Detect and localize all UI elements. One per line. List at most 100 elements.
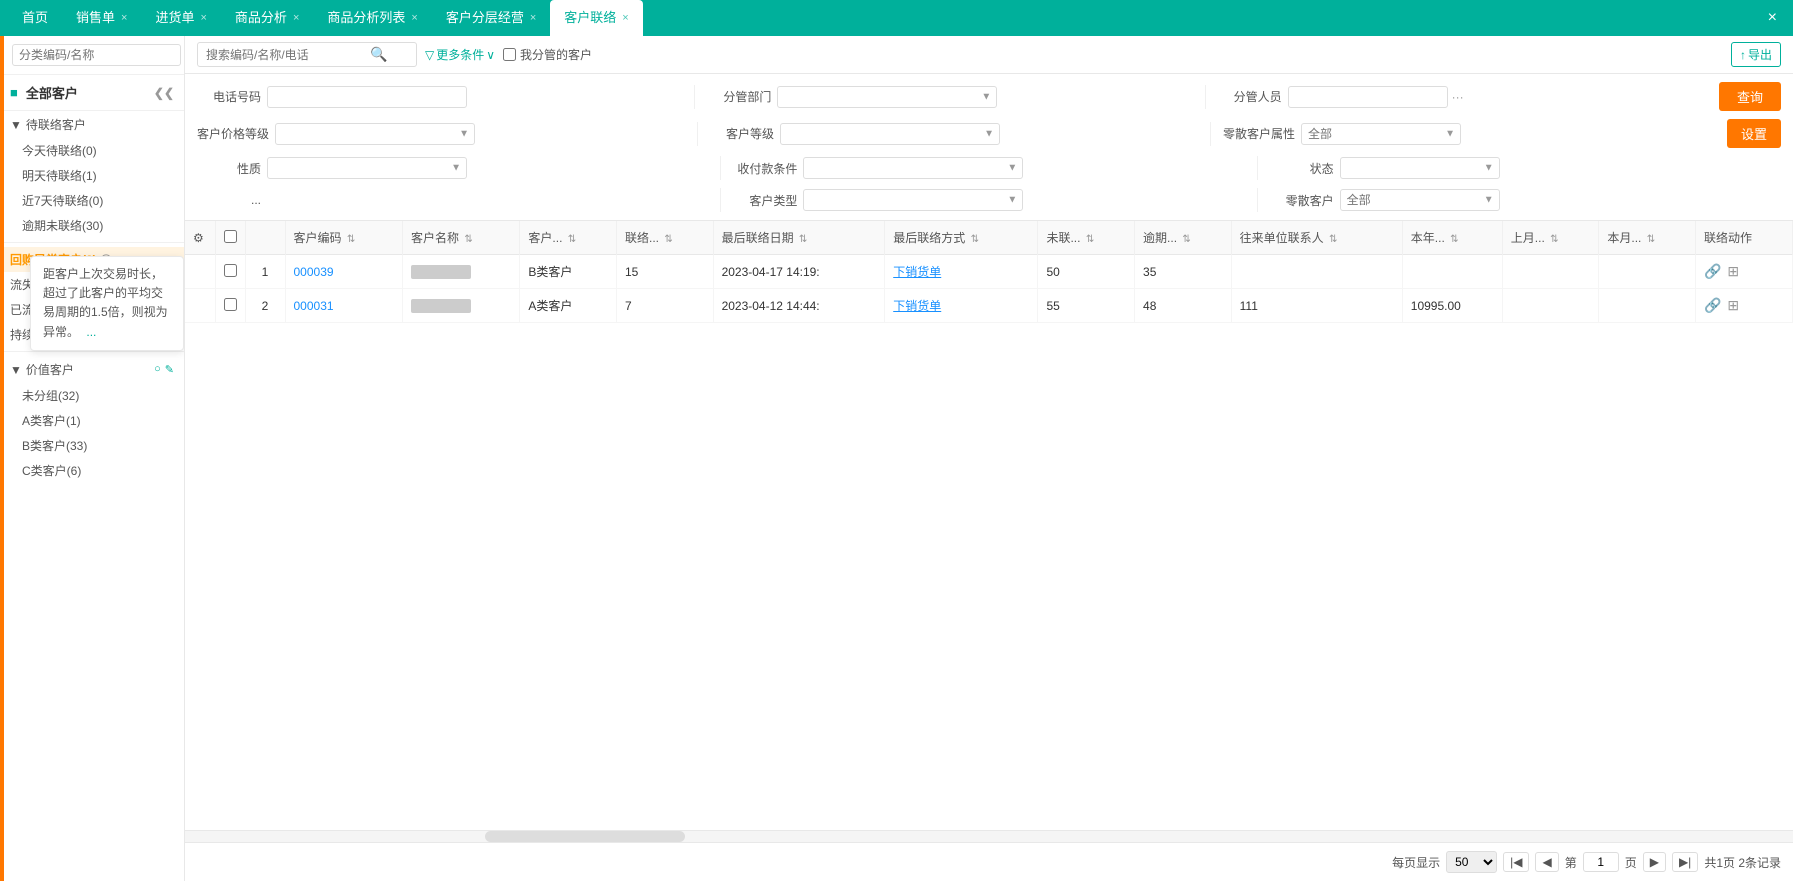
col-header-settings[interactable]: ⚙ [185,221,215,255]
nav-product-analysis-close[interactable]: × [293,0,299,36]
sidebar-group-pending[interactable]: ▼ 待联络客户 [0,111,184,138]
value-group-circle-btn[interactable]: ○ [154,363,161,376]
manager-input[interactable] [1288,86,1448,108]
col-header-code[interactable]: 客户编码 ⇅ [285,221,402,255]
row2-code[interactable]: 000031 [285,289,402,323]
nav-customer-segment-close[interactable]: × [530,0,536,36]
payment-input[interactable] [803,157,1023,179]
sidebar-item-tomorrow[interactable]: 明天待联络(1) [0,163,184,188]
phone-input[interactable] [267,86,467,108]
sidebar-search-input[interactable] [12,44,181,66]
my-customers-checkbox[interactable] [503,48,516,61]
sidebar-collapse-btn[interactable]: ❮❮ [154,86,174,100]
tooltip-more-link[interactable]: ... [86,325,96,339]
sort-contact-icon[interactable]: ⇅ [664,234,672,245]
sidebar-item-a-class[interactable]: A类客户(1) [0,408,184,433]
value-group-edit-btn[interactable]: ✎ [165,363,174,376]
col-header-type[interactable]: 客户... ⇅ [520,221,617,255]
pagination-prev-btn[interactable]: ◀ [1535,852,1558,872]
sort-this-month-icon[interactable]: ⇅ [1647,234,1655,245]
col-header-this-month[interactable]: 本月... ⇅ [1599,221,1696,255]
manager-more-icon[interactable]: ··· [1448,90,1468,104]
filter-search-icon[interactable]: 🔍 [370,46,387,63]
export-icon: ↑ [1740,48,1746,62]
sidebar-item-c-class[interactable]: C类客户(6) [0,458,184,483]
col-header-uncontacted[interactable]: 未联... ⇅ [1038,221,1135,255]
row2-name[interactable] [402,289,519,323]
status-input[interactable] [1340,157,1500,179]
filter-search-input[interactable] [206,48,366,62]
sort-date-icon[interactable]: ⇅ [799,234,807,245]
nav-customer-segment[interactable]: 客户分层经营 × [432,0,550,36]
row1-check[interactable] [215,255,245,289]
more-conditions-btn[interactable]: ▽ 更多条件 ∨ [425,46,495,63]
setting-button[interactable]: 设置 [1727,119,1781,148]
row2-action-link-icon[interactable]: 🔗 [1704,297,1721,314]
sort-method-icon[interactable]: ⇅ [971,234,979,245]
sort-last-month-icon[interactable]: ⇅ [1550,234,1558,245]
gender-input[interactable] [267,157,467,179]
retail-attr-input[interactable] [1301,123,1461,145]
customer-type-input[interactable] [803,189,1023,211]
row1-checkbox[interactable] [224,264,237,277]
sort-contact-person-icon[interactable]: ⇅ [1329,234,1337,245]
dept-input[interactable] [777,86,997,108]
nav-sales-close[interactable]: × [121,0,127,36]
pagination-page-input[interactable] [1583,852,1619,872]
sidebar-item-b-class[interactable]: B类客户(33) [0,433,184,458]
pagination-last-btn[interactable]: ▶| [1672,852,1698,872]
per-page-select[interactable]: 50 100 [1446,851,1497,873]
window-close-button[interactable]: × [1760,9,1785,27]
col-header-name[interactable]: 客户名称 ⇅ [402,221,519,255]
nav-home[interactable]: 首页 [8,0,62,36]
nav-sales[interactable]: 销售单 × [62,0,141,36]
row1-action-grid-icon[interactable]: ⊞ [1727,263,1739,280]
col-header-this-year[interactable]: 本年... ⇅ [1402,221,1502,255]
price-level-input[interactable] [275,123,475,145]
retail-customer-input[interactable] [1340,189,1500,211]
sidebar-item-overdue[interactable]: 逾期未联络(30) [0,213,184,238]
sort-type-icon[interactable]: ⇅ [568,234,576,245]
sidebar-item-ungrouped[interactable]: 未分组(32) [0,383,184,408]
sort-code-icon[interactable]: ⇅ [347,234,355,245]
sidebar-item-7days[interactable]: 近7天待联络(0) [0,188,184,213]
nav-customer-contact-close[interactable]: × [622,0,628,36]
sidebar-item-today[interactable]: 今天待联络(0) [0,138,184,163]
row2-last-contact-date: 2023-04-12 14:44: [713,289,885,323]
sidebar-group-value-customers[interactable]: ▼ 价值客户 ○ ✎ [0,356,184,383]
row1-action-link-icon[interactable]: 🔗 [1704,263,1721,280]
nav-purchase-close[interactable]: × [200,0,206,36]
col-header-last-month[interactable]: 上月... ⇅ [1502,221,1599,255]
col-header-check[interactable] [215,221,245,255]
row2-action-grid-icon[interactable]: ⊞ [1727,297,1739,314]
sort-overdue-icon[interactable]: ⇅ [1182,234,1190,245]
adv-filter-row3: 性质 ▼ 收付款条件 ▼ 状态 [197,152,1781,184]
sort-year-icon[interactable]: ⇅ [1450,234,1458,245]
col-header-contact-person[interactable]: 往来单位联系人 ⇅ [1231,221,1402,255]
customer-level-input[interactable] [780,123,1000,145]
row1-code[interactable]: 000039 [285,255,402,289]
row1-name[interactable] [402,255,519,289]
horizontal-scrollbar[interactable] [185,830,1793,842]
pagination-next-btn[interactable]: ▶ [1643,852,1666,872]
col-header-contact[interactable]: 联络... ⇅ [616,221,713,255]
row2-check[interactable] [215,289,245,323]
query-button[interactable]: 查询 [1719,82,1781,111]
nav-product-list[interactable]: 商品分析列表 × [313,0,431,36]
sort-uncontacted-icon[interactable]: ⇅ [1086,234,1094,245]
col-header-overdue[interactable]: 逾期... ⇅ [1135,221,1232,255]
col-header-last-contact-date[interactable]: 最后联络日期 ⇅ [713,221,885,255]
nav-product-list-close[interactable]: × [411,0,417,36]
col-header-last-contact-method[interactable]: 最后联络方式 ⇅ [885,221,1038,255]
pagination-first-btn[interactable]: |◀ [1503,852,1529,872]
nav-purchase[interactable]: 进货单 × [141,0,220,36]
row1-last-contact-method[interactable]: 下销货单 [885,255,1038,289]
nav-customer-contact[interactable]: 客户联络 × [550,0,642,36]
row2-checkbox[interactable] [224,298,237,311]
export-button[interactable]: ↑ 导出 [1731,42,1781,67]
arrow-icon-pending: ▼ [10,118,22,132]
select-all-checkbox[interactable] [224,230,237,243]
nav-product-analysis[interactable]: 商品分析 × [221,0,313,36]
sort-name-icon[interactable]: ⇅ [464,234,472,245]
row2-last-contact-method[interactable]: 下销货单 [885,289,1038,323]
